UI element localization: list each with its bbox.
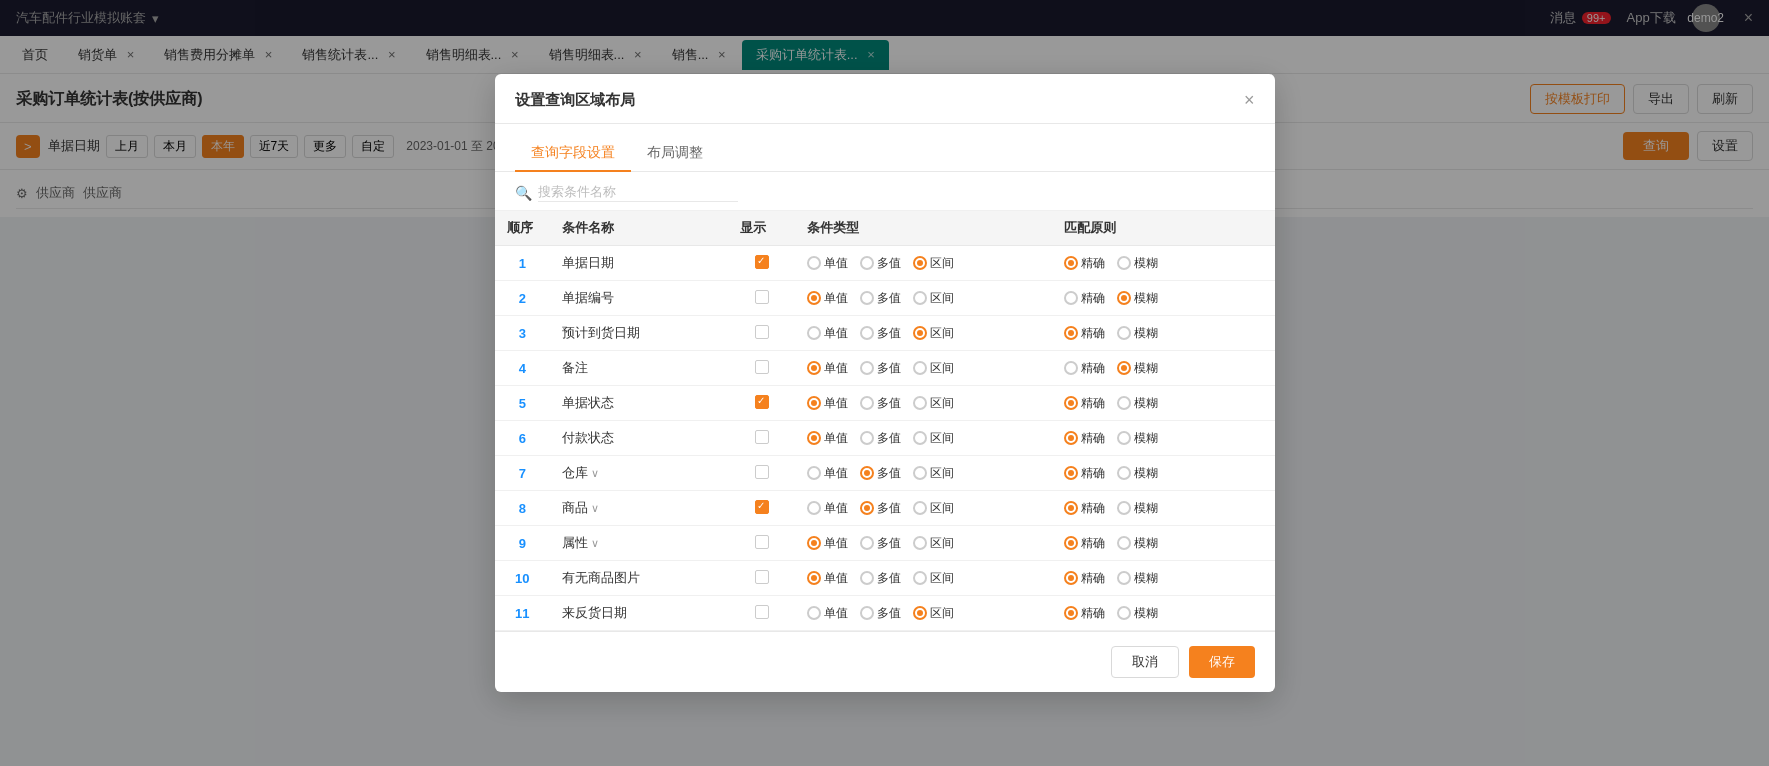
dialog-title: 设置查询区域布局	[515, 91, 635, 110]
dialog-tab-query-fields[interactable]: 查询字段设置	[515, 136, 631, 172]
col-type-header: 条件类型	[795, 211, 1051, 217]
dialog-tab-layout[interactable]: 布局调整	[631, 136, 719, 172]
search-icon: 🔍	[515, 185, 532, 201]
dialog-header: 设置查询区域布局 ×	[495, 74, 1275, 124]
modal-overlay: 设置查询区域布局 × 查询字段设置 布局调整 🔍 顺序	[0, 0, 1769, 217]
dialog-table-area: 顺序 条件名称 显示 条件类型 匹配原则	[495, 211, 1275, 217]
col-show-header: 显示	[728, 211, 795, 217]
search-input[interactable]	[538, 184, 738, 202]
dialog-tabs: 查询字段设置 布局调整	[495, 124, 1275, 172]
dialog-close-button[interactable]: ×	[1244, 90, 1255, 111]
col-match-header: 匹配原则	[1052, 211, 1275, 217]
col-order-header: 顺序	[495, 211, 551, 217]
col-name-header: 条件名称	[550, 211, 728, 217]
dialog-search-area: 🔍	[495, 172, 1275, 211]
dialog: 设置查询区域布局 × 查询字段设置 布局调整 🔍 顺序	[495, 74, 1275, 217]
